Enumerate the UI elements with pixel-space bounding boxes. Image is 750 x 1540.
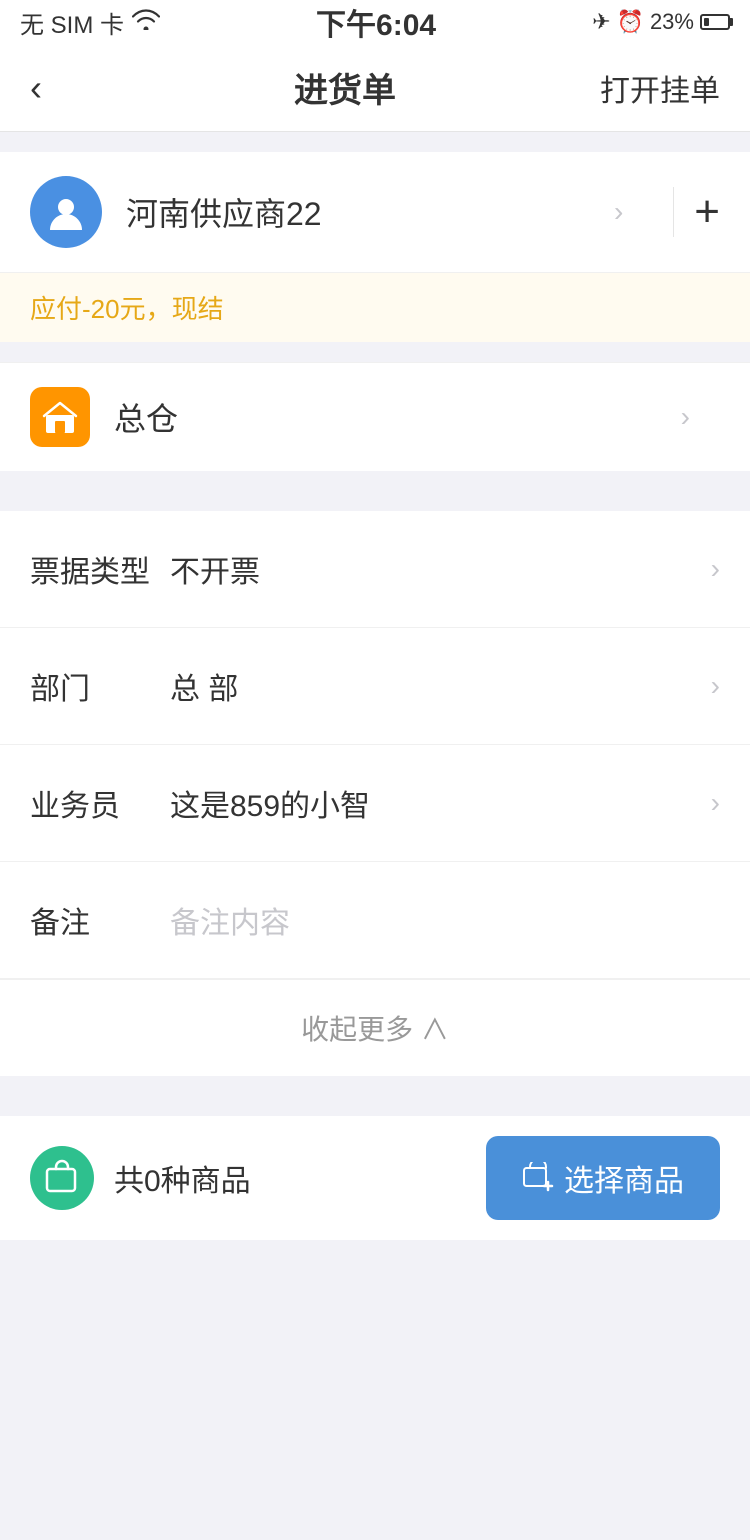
dept-value: 总 部 [170, 664, 711, 708]
dept-label: 部门 [30, 664, 170, 708]
vertical-divider [673, 187, 674, 237]
status-bar: 无 SIM 卡 下午6:04 ✈ ⏰ 23% [0, 0, 750, 44]
supplier-section: 河南供应商22 › + 应付-20元，现结 [0, 152, 750, 342]
warehouse-chevron-icon: › [681, 401, 690, 433]
add-supplier-button[interactable]: + [694, 190, 720, 234]
remark-input[interactable]: 备注内容 [170, 898, 720, 942]
warehouse-section: 总仓 › [0, 362, 750, 471]
notice-row: 应付-20元，现结 [0, 273, 750, 342]
battery-percent: 23% [650, 9, 694, 35]
status-time: 下午6:04 [316, 0, 436, 44]
warehouse-icon [30, 387, 90, 447]
section-gap-2 [0, 342, 750, 362]
sales-row[interactable]: 业务员 这是859的小智 › [0, 745, 750, 862]
status-right: ✈ ⏰ 23% [592, 9, 730, 35]
alarm-icon: ⏰ [617, 9, 644, 35]
sales-value: 这是859的小智 [170, 781, 711, 825]
dept-chevron-icon: › [711, 670, 720, 702]
warehouse-row[interactable]: 总仓 › [0, 362, 750, 471]
collapse-button[interactable]: 收起更多 ∧ [0, 979, 750, 1076]
section-gap-3 [0, 471, 750, 491]
dept-row[interactable]: 部门 总 部 › [0, 628, 750, 745]
select-product-label: 选择商品 [564, 1156, 684, 1200]
nav-bar: ‹ 进货单 打开挂单 [0, 44, 750, 132]
status-left: 无 SIM 卡 [20, 5, 160, 40]
remark-label: 备注 [30, 898, 170, 942]
product-icon [30, 1146, 94, 1210]
select-product-button[interactable]: 选择商品 [486, 1136, 720, 1220]
wifi-icon [132, 8, 160, 37]
supplier-row[interactable]: 河南供应商22 › + [0, 152, 750, 273]
form-section: 票据类型 不开票 › 部门 总 部 › 业务员 这是859的小智 › 备注 备注… [0, 511, 750, 1076]
section-gap-1 [0, 132, 750, 152]
warehouse-name: 总仓 [114, 394, 681, 440]
open-pending-button[interactable]: 打开挂单 [600, 66, 720, 110]
invoice-value: 不开票 [170, 547, 711, 591]
invoice-row[interactable]: 票据类型 不开票 › [0, 511, 750, 628]
product-count-label: 共0种商品 [114, 1156, 466, 1200]
collapse-label: 收起更多 ∧ [301, 1014, 449, 1045]
battery-icon [700, 14, 730, 30]
rest-area [0, 1240, 750, 1540]
invoice-chevron-icon: › [711, 553, 720, 585]
supplier-chevron-icon: › [614, 196, 623, 228]
notice-text: 应付-20元，现结 [30, 294, 224, 324]
carrier-label: 无 SIM 卡 [20, 5, 124, 40]
sales-chevron-icon: › [711, 787, 720, 819]
remark-row[interactable]: 备注 备注内容 [0, 862, 750, 979]
invoice-label: 票据类型 [30, 547, 170, 591]
page-title: 进货单 [294, 63, 396, 112]
location-icon: ✈ [592, 9, 610, 35]
bottom-bar: 共0种商品 选择商品 [0, 1116, 750, 1240]
supplier-avatar [30, 176, 102, 248]
section-gap-4 [0, 1076, 750, 1096]
supplier-name: 河南供应商22 [126, 189, 614, 235]
back-button[interactable]: ‹ [30, 67, 90, 109]
sales-label: 业务员 [30, 781, 170, 825]
